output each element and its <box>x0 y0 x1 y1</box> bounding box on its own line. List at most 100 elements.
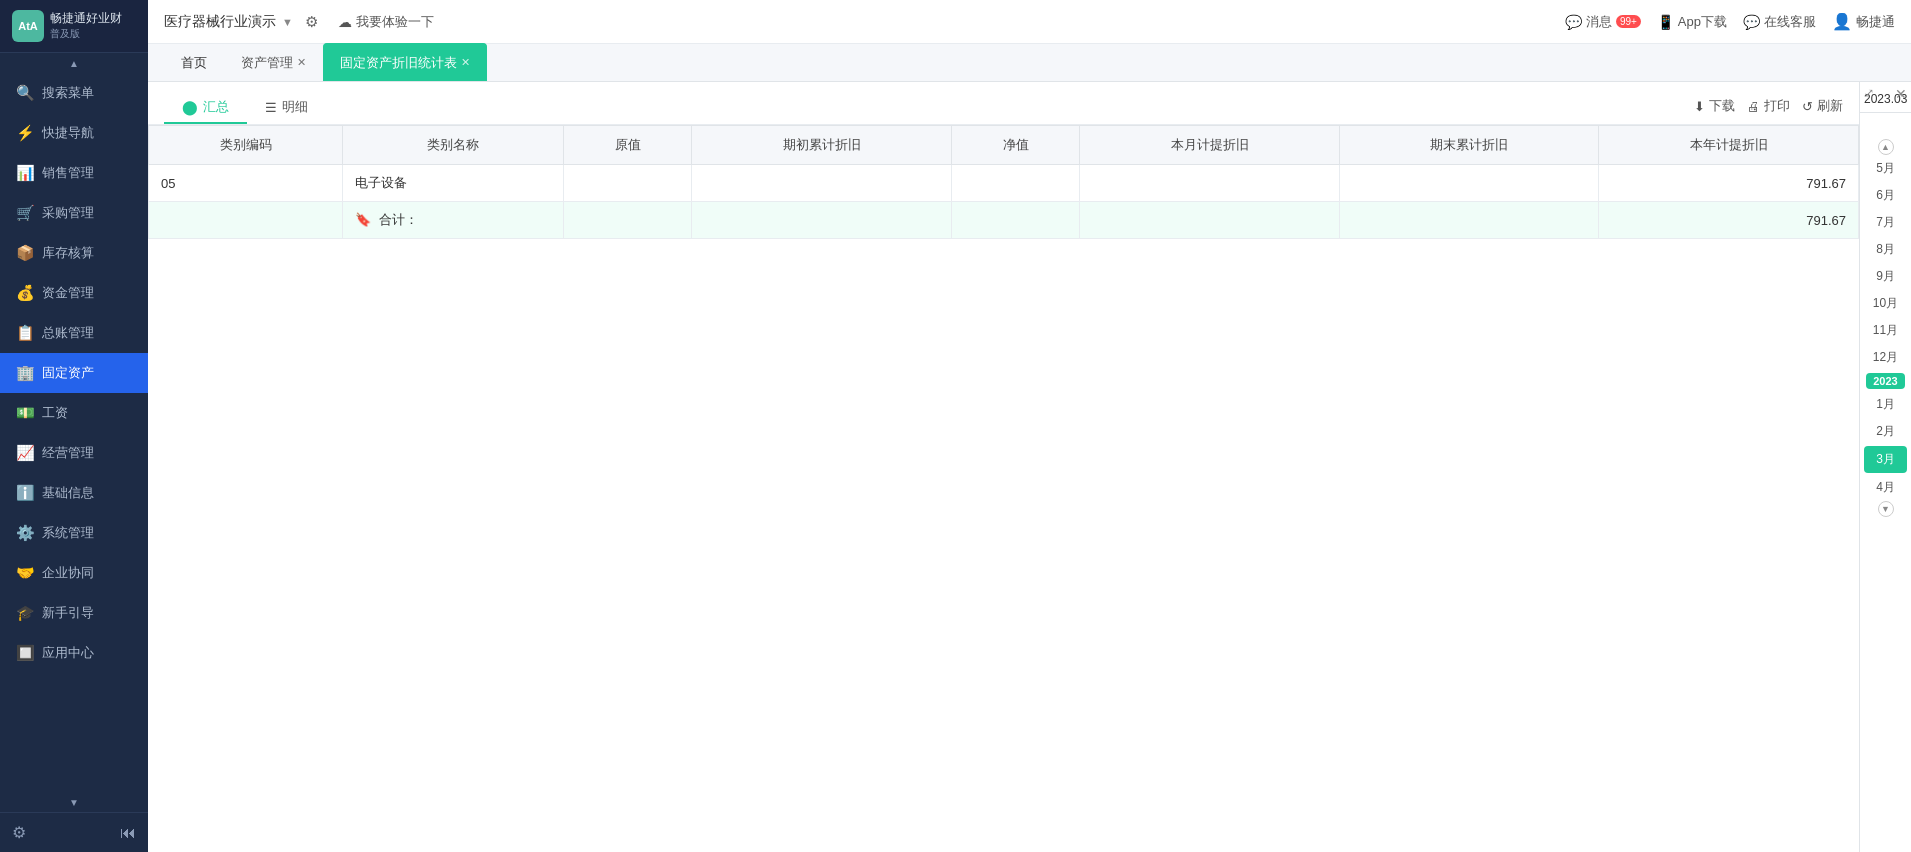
tab-fixed-dep-label: 固定资产折旧统计表 <box>340 54 457 72</box>
sidebar-item-purchase[interactable]: 🛒 采购管理 <box>0 193 148 233</box>
col-code: 类别编码 <box>149 126 343 165</box>
sidebar-item-funds[interactable]: 💰 资金管理 <box>0 273 148 313</box>
tab-home[interactable]: 首页 <box>164 43 224 81</box>
month-1[interactable]: 1月 <box>1860 391 1911 418</box>
message-btn[interactable]: 💬 消息 99+ <box>1565 13 1641 31</box>
sidebar-item-label: 应用中心 <box>42 644 94 662</box>
month-6[interactable]: 6月 <box>1860 182 1911 209</box>
online-service-btn[interactable]: 💬 在线客服 <box>1743 13 1816 31</box>
sidebar-item-system[interactable]: ⚙️ 系统管理 <box>0 513 148 553</box>
experience-btn[interactable]: ☁ 我要体验一下 <box>338 13 434 31</box>
sidebar-item-label: 销售管理 <box>42 164 94 182</box>
sidebar-item-label: 搜索菜单 <box>42 84 94 102</box>
sidebar-item-label: 库存核算 <box>42 244 94 262</box>
month-12[interactable]: 12月 <box>1860 344 1911 371</box>
subtotal-period-end <box>1339 202 1599 239</box>
tab-home-label: 首页 <box>181 54 207 72</box>
basic-icon: ℹ️ <box>16 484 34 502</box>
month-5[interactable]: 5月 <box>1860 155 1911 182</box>
settings-btn[interactable]: ⚙ <box>305 13 318 31</box>
sidebar-item-ledger[interactable]: 📋 总账管理 <box>0 313 148 353</box>
month-4[interactable]: 4月 <box>1860 474 1911 501</box>
tab-asset-mgmt-label: 资产管理 <box>241 54 293 72</box>
panel-close-btn[interactable]: ✕ <box>1895 86 1907 102</box>
sub-tab-bar: ⬤ 汇总 ☰ 明细 ⬇ 下载 🖨 打印 <box>148 82 1859 125</box>
search-icon: 🔍 <box>16 84 34 102</box>
logo-icon: AtA <box>12 10 44 42</box>
tab-fixed-depreciation[interactable]: 固定资产折旧统计表 ✕ <box>323 43 487 81</box>
fixed-icon: 🏢 <box>16 364 34 382</box>
sidebar-item-label: 基础信息 <box>42 484 94 502</box>
right-panel: ✕ ⤢ 2023.03 ▲ 5月 6月 7月 8月 9月 10月 11月 12月… <box>1859 82 1911 852</box>
sidebar-item-apps[interactable]: 🔲 应用中心 <box>0 633 148 673</box>
collapse-icon[interactable]: ⏮ <box>120 824 136 842</box>
sidebar-nav: 🔍 搜索菜单 ⚡ 快捷导航 📊 销售管理 🛒 采购管理 📦 库存核算 💰 资金管… <box>0 73 148 792</box>
tab-fixed-dep-close[interactable]: ✕ <box>461 56 470 69</box>
print-btn[interactable]: 🖨 打印 <box>1747 97 1790 115</box>
app-download-btn[interactable]: 📱 App下载 <box>1657 13 1727 31</box>
month-10[interactable]: 10月 <box>1860 290 1911 317</box>
row-init-accum <box>692 165 952 202</box>
sidebar-item-payroll[interactable]: 💵 工资 <box>0 393 148 433</box>
sidebar-item-search[interactable]: 🔍 搜索菜单 <box>0 73 148 113</box>
sub-tab-right: ⬇ 下载 🖨 打印 ↺ 刷新 <box>1694 97 1843 119</box>
sidebar-item-basic[interactable]: ℹ️ 基础信息 <box>0 473 148 513</box>
subtotal-init-accum <box>692 202 952 239</box>
download-btn[interactable]: ⬇ 下载 <box>1694 97 1735 115</box>
download-icon: 📱 <box>1657 14 1674 30</box>
user-avatar[interactable]: 👤 畅捷通 <box>1832 12 1895 31</box>
col-init-accum: 期初累计折旧 <box>692 126 952 165</box>
month-3-active[interactable]: 3月 <box>1864 446 1907 473</box>
sidebar-item-sales[interactable]: 📊 销售管理 <box>0 153 148 193</box>
message-icon: 💬 <box>1565 14 1582 30</box>
tab-asset-mgmt-close[interactable]: ✕ <box>297 56 306 69</box>
sidebar-footer: ⚙ ⏮ <box>0 812 148 852</box>
sub-tab-detail[interactable]: ☰ 明细 <box>247 92 326 124</box>
refresh-icon: ↺ <box>1802 99 1813 114</box>
subtotal-original <box>563 202 692 239</box>
col-name: 类别名称 <box>343 126 564 165</box>
sidebar-item-label: 经营管理 <box>42 444 94 462</box>
settings-gear-icon[interactable]: ⚙ <box>12 823 26 842</box>
main-area: 医疗器械行业演示 ▼ ⚙ ☁ 我要体验一下 💬 消息 99+ 📱 App下载 💬… <box>148 0 1911 852</box>
month-11[interactable]: 11月 <box>1860 317 1911 344</box>
sales-icon: 📊 <box>16 164 34 182</box>
sidebar-scroll-down[interactable]: ▼ <box>0 792 148 812</box>
sidebar-item-bizmanage[interactable]: 📈 经营管理 <box>0 433 148 473</box>
sidebar-item-inventory[interactable]: 📦 库存核算 <box>0 233 148 273</box>
month-8[interactable]: 8月 <box>1860 236 1911 263</box>
summary-icon: ⬤ <box>182 99 198 115</box>
sidebar-item-fixed[interactable]: 🏢 固定资产 <box>0 353 148 393</box>
sidebar: AtA 畅捷通好业财 普及版 ▲ 🔍 搜索菜单 ⚡ 快捷导航 📊 销售管理 🛒 … <box>0 0 148 852</box>
company-selector[interactable]: 医疗器械行业演示 ▼ <box>164 13 293 31</box>
sidebar-item-label: 资金管理 <box>42 284 94 302</box>
row-net <box>951 165 1080 202</box>
scroll-up-icon[interactable]: ▲ <box>1878 139 1894 155</box>
month-2[interactable]: 2月 <box>1860 418 1911 445</box>
month-9[interactable]: 9月 <box>1860 263 1911 290</box>
row-code: 05 <box>149 165 343 202</box>
refresh-btn[interactable]: ↺ 刷新 <box>1802 97 1843 115</box>
sidebar-scroll-up[interactable]: ▲ <box>0 53 148 73</box>
sidebar-item-quicknav[interactable]: ⚡ 快捷导航 <box>0 113 148 153</box>
scroll-down-icon[interactable]: ▼ <box>1878 501 1894 517</box>
bizmanage-icon: 📈 <box>16 444 34 462</box>
sidebar-item-label: 企业协同 <box>42 564 94 582</box>
guide-icon: 🎓 <box>16 604 34 622</box>
sidebar-item-guide[interactable]: 🎓 新手引导 <box>0 593 148 633</box>
depreciation-table: 类别编码 类别名称 原值 期初累计折旧 净值 本月计提折旧 期末累计折旧 本年计… <box>148 125 1859 239</box>
top-bar: 医疗器械行业演示 ▼ ⚙ ☁ 我要体验一下 💬 消息 99+ 📱 App下载 💬… <box>148 0 1911 44</box>
sub-tab-detail-label: 明细 <box>282 98 308 116</box>
sub-tab-summary[interactable]: ⬤ 汇总 <box>164 92 247 124</box>
tab-asset-mgmt[interactable]: 资产管理 ✕ <box>224 43 323 81</box>
sidebar-item-label: 系统管理 <box>42 524 94 542</box>
detail-icon: ☰ <box>265 100 277 115</box>
subtotal-empty <box>149 202 343 239</box>
funds-icon: 💰 <box>16 284 34 302</box>
sidebar-item-label: 新手引导 <box>42 604 94 622</box>
row-original <box>563 165 692 202</box>
sidebar-item-collab[interactable]: 🤝 企业协同 <box>0 553 148 593</box>
month-7[interactable]: 7月 <box>1860 209 1911 236</box>
top-bar-left: 医疗器械行业演示 ▼ ⚙ ☁ 我要体验一下 <box>164 13 434 31</box>
panel-expand-btn[interactable]: ⤢ <box>1864 86 1874 100</box>
